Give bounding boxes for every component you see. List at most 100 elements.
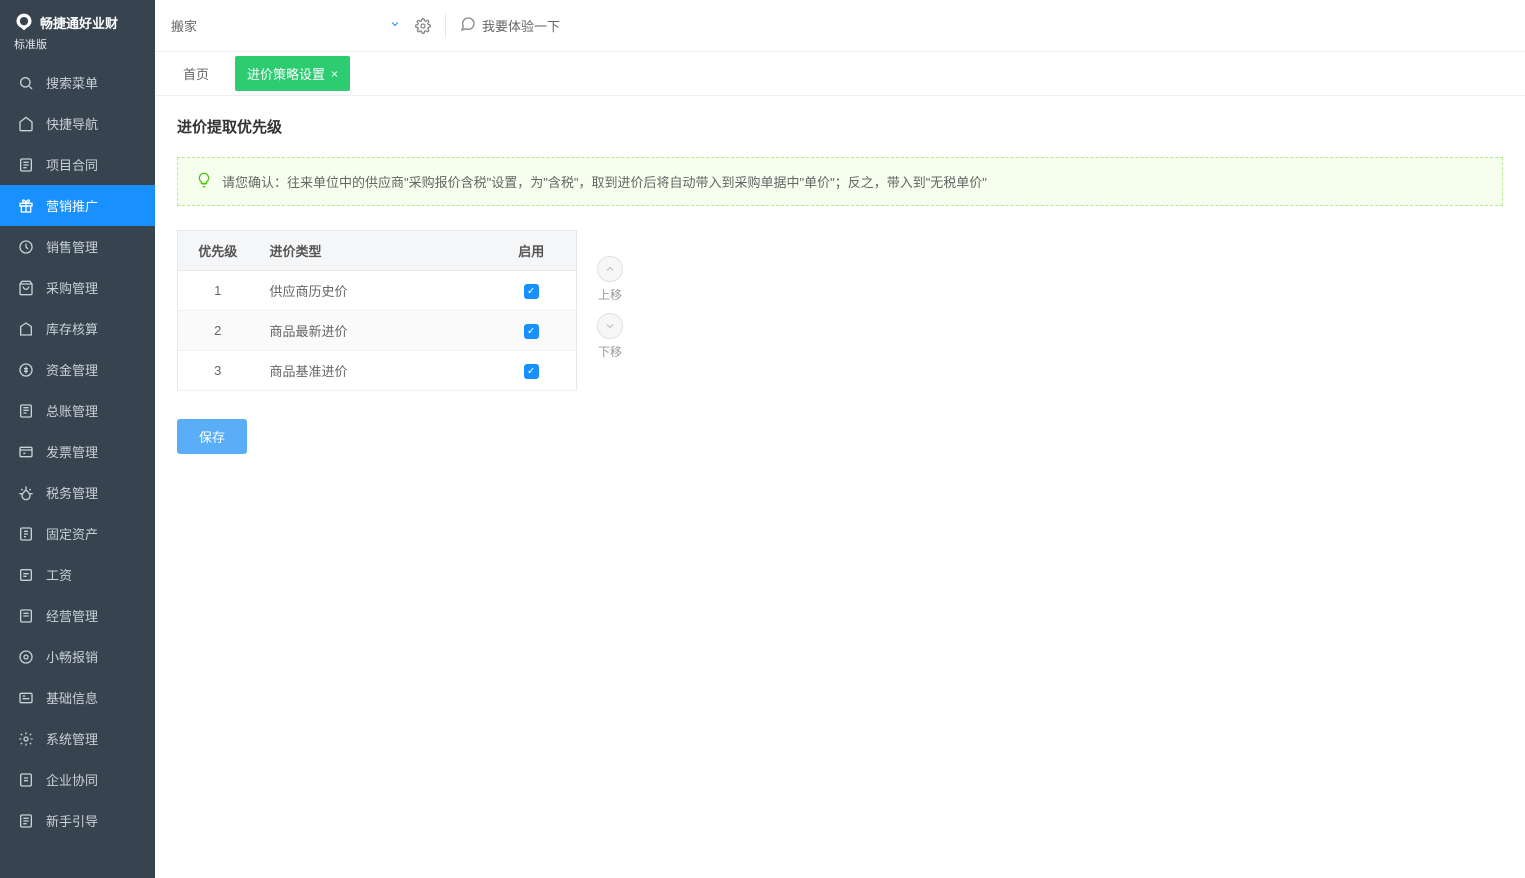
sidebar-item-4[interactable]: 销售管理 [0,226,155,267]
col-priority-header: 优先级 [178,231,258,271]
baseinfo-icon [18,690,34,706]
sidebar-item-7[interactable]: 资金管理 [0,349,155,390]
experience-link[interactable]: 我要体验一下 [460,16,560,35]
col-enable-header: 启用 [487,231,577,271]
table-area: 优先级 进价类型 启用 1供应商历史价✓2商品最新进价 ✓ 3商品基准进价 ✓ 上移 [177,230,1503,391]
main-area: 搬家 我要体验一下 首页 进价策略设置 × [155,0,1525,878]
logo-edition: 标准版 [0,36,155,62]
sidebar-item-17[interactable]: 企业协同 [0,759,155,800]
salary-icon [18,567,34,583]
sidebar-item-label: 工资 [46,565,72,584]
sidebar-item-11[interactable]: 固定资产 [0,513,155,554]
content-area: 进价提取优先级 请您确认：往来单位中的供应商"采购报价含税"设置，为"含税"，取… [155,96,1525,878]
top-bar: 搬家 我要体验一下 [155,0,1525,52]
gear-icon[interactable] [415,18,431,34]
sidebar-item-label: 发票管理 [46,442,98,461]
close-icon[interactable]: × [331,67,338,81]
info-text: 请您确认：往来单位中的供应商"采购报价含税"设置，为"含税"，取到进价后将自动带… [222,172,987,191]
inventory-icon [18,321,34,337]
table-header-row: 优先级 进价类型 启用 [178,231,577,271]
chevron-down-icon [389,18,401,33]
enable-checkbox[interactable]: ✓ [524,324,539,339]
page-title: 进价提取优先级 [177,116,1503,137]
move-up-button[interactable] [597,256,623,282]
gift-icon [18,198,34,214]
priority-cell: 1 [178,271,258,311]
system-icon [18,731,34,747]
table-row[interactable]: 2商品最新进价 ✓ [178,311,577,351]
tab-home[interactable]: 首页 [171,56,221,91]
sidebar-item-label: 小畅报销 [46,647,98,666]
purchase-icon [18,280,34,296]
table-row[interactable]: 3商品基准进价 ✓ [178,351,577,391]
contract-icon [18,157,34,173]
sidebar-item-label: 基础信息 [46,688,98,707]
priority-table: 优先级 进价类型 启用 1供应商历史价✓2商品最新进价 ✓ 3商品基准进价 ✓ [177,230,577,391]
sidebar-item-1[interactable]: 快捷导航 [0,103,155,144]
enable-cell: ✓ [487,351,577,391]
tab-label: 进价策略设置 [247,64,325,83]
home-icon [18,116,34,132]
sidebar-item-0[interactable]: 搜索菜单 [0,62,155,103]
enable-cell: ✓ [487,311,577,351]
enable-checkbox[interactable]: ✓ [524,284,539,299]
sidebar-item-label: 系统管理 [46,729,98,748]
business-icon [18,608,34,624]
sidebar-item-12[interactable]: 工资 [0,554,155,595]
sidebar-item-10[interactable]: 税务管理 [0,472,155,513]
collab-icon [18,772,34,788]
enable-checkbox[interactable]: ✓ [524,364,539,379]
sidebar-item-label: 库存核算 [46,319,98,338]
sidebar-item-label: 营销推广 [46,196,98,215]
sales-icon [18,239,34,255]
priority-cell: 3 [178,351,258,391]
experience-text: 我要体验一下 [482,16,560,35]
sidebar-item-label: 税务管理 [46,483,98,502]
sidebar-item-5[interactable]: 采购管理 [0,267,155,308]
type-cell: 商品最新进价 [258,311,487,351]
sidebar-item-15[interactable]: 基础信息 [0,677,155,718]
move-controls: 上移 下移 [597,230,623,366]
type-cell: 商品基准进价 [258,351,487,391]
reimburse-icon [18,649,34,665]
divider [445,14,446,38]
sidebar-item-label: 销售管理 [46,237,98,256]
chat-icon [460,16,476,35]
asset-icon [18,526,34,542]
tabs-bar: 首页 进价策略设置 × [155,52,1525,96]
logo-icon [14,12,34,32]
sidebar-item-label: 经营管理 [46,606,98,625]
sidebar-item-label: 新手引导 [46,811,98,830]
org-select[interactable]: 搬家 [171,16,401,35]
logo-area: 畅捷通好业财 [0,0,155,36]
sidebar-item-18[interactable]: 新手引导 [0,800,155,841]
sidebar-item-3[interactable]: 营销推广 [0,185,155,226]
sidebar-item-label: 快捷导航 [46,114,98,133]
sidebar-item-13[interactable]: 经营管理 [0,595,155,636]
tab-price-strategy[interactable]: 进价策略设置 × [235,56,350,91]
sidebar-item-16[interactable]: 系统管理 [0,718,155,759]
bulb-icon [196,172,212,191]
info-box: 请您确认：往来单位中的供应商"采购报价含税"设置，为"含税"，取到进价后将自动带… [177,157,1503,206]
invoice-icon [18,444,34,460]
priority-cell: 2 [178,311,258,351]
sidebar-item-label: 搜索菜单 [46,73,98,92]
sidebar-item-9[interactable]: 发票管理 [0,431,155,472]
col-type-header: 进价类型 [258,231,487,271]
move-up-label: 上移 [597,286,623,303]
save-button[interactable]: 保存 [177,419,247,454]
sidebar-item-2[interactable]: 项目合同 [0,144,155,185]
logo-text: 畅捷通好业财 [40,13,118,32]
ledger-icon [18,403,34,419]
sidebar: 畅捷通好业财 标准版 搜索菜单快捷导航项目合同营销推广销售管理采购管理库存核算资… [0,0,155,878]
tax-icon [18,485,34,501]
table-row[interactable]: 1供应商历史价✓ [178,271,577,311]
search-icon [18,75,34,91]
sidebar-item-label: 固定资产 [46,524,98,543]
sidebar-item-6[interactable]: 库存核算 [0,308,155,349]
org-select-value: 搬家 [171,16,197,35]
sidebar-item-8[interactable]: 总账管理 [0,390,155,431]
move-down-button[interactable] [597,313,623,339]
guide-icon [18,813,34,829]
sidebar-item-14[interactable]: 小畅报销 [0,636,155,677]
